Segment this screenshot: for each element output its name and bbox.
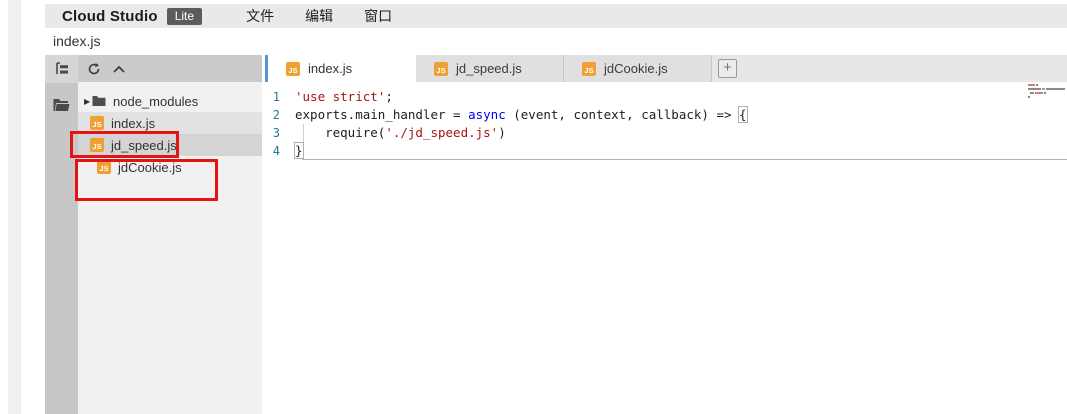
tree-item-index-js[interactable]: JS index.js (78, 112, 262, 134)
code-editor[interactable]: 1 2 3 4 'use strict'; exports.main_handl… (262, 82, 1067, 414)
matched-bracket: { (739, 107, 747, 122)
current-line-border (302, 159, 1067, 160)
explorer-view-button[interactable] (45, 55, 78, 83)
list-tree-icon (54, 61, 70, 77)
code-token: exports.main_handler = (295, 107, 468, 122)
collapse-all-icon[interactable] (111, 61, 127, 77)
activity-bar (45, 55, 78, 414)
tree-item-jd-speed-js[interactable]: JS jd_speed.js (78, 134, 262, 156)
matched-bracket: } (295, 143, 303, 158)
plus-icon: + (723, 59, 732, 76)
code-token: ) (498, 125, 506, 140)
line-number: 1 (262, 88, 280, 106)
code-line-3: require('./jd_speed.js') (295, 124, 506, 142)
menu-item-window[interactable]: 窗口 (353, 4, 403, 28)
code-token: ; (385, 89, 393, 104)
tab-jdcookie-js[interactable]: JS jdCookie.js (564, 55, 712, 82)
tree-item-label: node_modules (113, 94, 198, 109)
window-edge-strip (8, 0, 21, 414)
breadcrumb: index.js (45, 28, 1067, 55)
tree-item-jdcookie-js[interactable]: JS jdCookie.js (78, 156, 262, 178)
js-file-icon: JS (582, 62, 596, 76)
code-token: require( (295, 125, 385, 140)
line-number: 3 (262, 124, 280, 142)
line-number: 2 (262, 106, 280, 124)
code-line-2: exports.main_handler = async (event, con… (295, 106, 747, 124)
js-file-icon: JS (90, 116, 104, 130)
tree-item-label: jdCookie.js (118, 160, 182, 175)
file-tree: ▶ node_modules JS index.js JS jd_speed.j… (78, 90, 262, 178)
new-tab-button[interactable]: + (718, 59, 737, 78)
file-explorer: ▶ node_modules JS index.js JS jd_speed.j… (78, 55, 262, 414)
code-token: (event, context, callback) => (506, 107, 739, 122)
minimap[interactable] (1028, 84, 1066, 100)
tab-bar: JS index.js JS jd_speed.js JS jdCookie.j… (265, 55, 1067, 82)
js-file-icon: JS (286, 62, 300, 76)
js-file-icon: JS (434, 62, 448, 76)
menu-items: 文件 编辑 窗口 (235, 4, 412, 28)
js-file-icon: JS (97, 160, 111, 174)
code-token: 'use strict' (295, 89, 385, 104)
breadcrumb-filename: index.js (53, 28, 100, 55)
menu-item-edit[interactable]: 编辑 (294, 4, 344, 28)
app-title: Cloud Studio (62, 8, 158, 25)
lite-badge: Lite (167, 8, 202, 25)
explorer-toolbar (78, 55, 262, 82)
folder-icon (92, 95, 106, 107)
open-folder-button[interactable] (45, 91, 78, 119)
menu-item-file[interactable]: 文件 (235, 4, 285, 28)
expand-arrow-icon[interactable]: ▶ (84, 97, 92, 106)
folder-icon (53, 98, 70, 112)
tree-item-node-modules[interactable]: ▶ node_modules (78, 90, 262, 112)
code-line-4: } (295, 142, 303, 160)
code-line-1: 'use strict'; (295, 88, 393, 106)
tab-label: jd_speed.js (456, 61, 522, 76)
tree-item-label: jd_speed.js (111, 138, 177, 153)
tab-label: jdCookie.js (604, 61, 668, 76)
tree-item-label: index.js (111, 116, 155, 131)
tab-label: index.js (308, 61, 352, 76)
line-number: 4 (262, 142, 280, 160)
menu-bar: Cloud Studio Lite 文件 编辑 窗口 (45, 4, 1067, 28)
code-token: async (468, 107, 506, 122)
code-token: './jd_speed.js' (385, 125, 498, 140)
js-file-icon: JS (90, 138, 104, 152)
tab-index-js[interactable]: JS index.js (265, 55, 416, 82)
tab-jd-speed-js[interactable]: JS jd_speed.js (416, 55, 564, 82)
refresh-icon[interactable] (86, 61, 102, 77)
